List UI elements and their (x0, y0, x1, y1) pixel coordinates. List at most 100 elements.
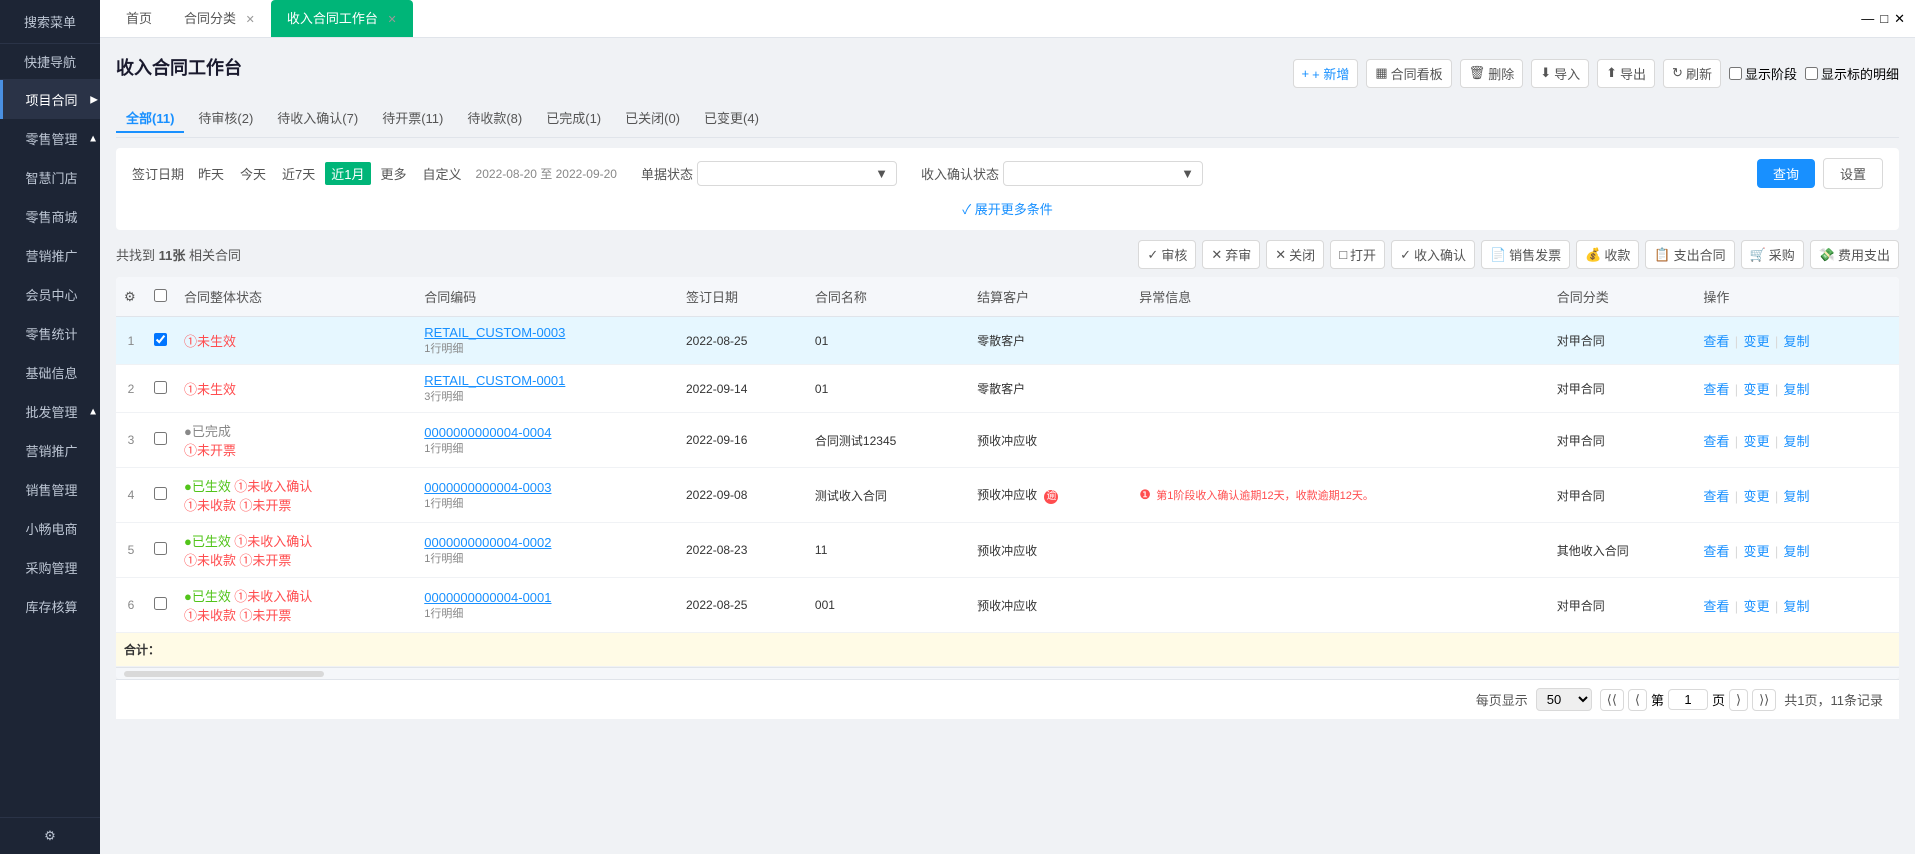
op-edit-btn[interactable]: 变更 (1743, 489, 1769, 504)
filter-tab-pending-confirm[interactable]: 待收入确认(7) (267, 104, 368, 133)
filter-tab-pending-invoice[interactable]: 待开票(11) (372, 104, 453, 133)
contract-code-link[interactable]: RETAIL_CUSTOM-0003 (424, 325, 565, 340)
show-fields-checkbox[interactable] (1729, 67, 1742, 80)
tab-contract-category[interactable]: 合同分类 ✕ (168, 0, 271, 37)
tab-close-workbench[interactable]: ✕ (387, 14, 396, 26)
sidebar-item-project-contract[interactable]: 项目合同 ▶ (0, 80, 100, 119)
date-opt-today[interactable]: 今天 (234, 162, 272, 185)
op-view-btn[interactable]: 查看 (1703, 334, 1729, 349)
op-copy-btn[interactable]: 复制 (1784, 434, 1810, 449)
date-opt-more[interactable]: 更多 (375, 162, 413, 185)
row-checkbox[interactable] (146, 317, 176, 365)
sidebar-item-member-center[interactable]: 会员中心 (0, 275, 100, 314)
op-view-btn[interactable]: 查看 (1703, 489, 1729, 504)
action-close-btn[interactable]: ✕ 关闭 (1266, 240, 1324, 269)
page-last-btn[interactable]: ⟩⟩ (1752, 689, 1776, 711)
sidebar-item-marketing[interactable]: 营销推广 (0, 236, 100, 275)
action-purchase-btn[interactable]: 🛒 采购 (1741, 240, 1804, 269)
op-copy-btn[interactable]: 复制 (1784, 544, 1810, 559)
filter-tab-pending-review[interactable]: 待审核(2) (188, 104, 263, 133)
sidebar-item-inventory[interactable]: 库存核算 (0, 587, 100, 626)
window-close[interactable]: ✕ (1894, 11, 1905, 27)
filter-tab-all[interactable]: 全部(11) (116, 104, 184, 133)
page-first-btn[interactable]: ⟨⟨ (1600, 689, 1624, 711)
th-checkbox[interactable] (146, 277, 176, 317)
op-edit-btn[interactable]: 变更 (1743, 382, 1769, 397)
tab-income-workbench[interactable]: 收入合同工作台 ✕ (271, 0, 413, 37)
op-copy-btn[interactable]: 复制 (1784, 382, 1810, 397)
contract-code-link[interactable]: 0000000000004-0003 (424, 480, 551, 495)
show-fields-checkbox-label[interactable]: 显示阶段 (1729, 64, 1797, 83)
filter-tab-completed[interactable]: 已完成(1) (536, 104, 611, 133)
sidebar-item-retail-mgmt[interactable]: 零售管理 ▲ (0, 119, 100, 158)
toolbar-new-btn[interactable]: + + 新增 (1293, 59, 1359, 88)
show-detail-checkbox-label[interactable]: 显示标的明细 (1805, 64, 1899, 83)
action-expense-contract-btn[interactable]: 📋 支出合同 (1645, 240, 1734, 269)
doc-status-select[interactable]: ▼ (697, 161, 897, 186)
op-view-btn[interactable]: 查看 (1703, 544, 1729, 559)
sidebar-item-ecommerce[interactable]: 小畅电商 (0, 509, 100, 548)
date-opt-yesterday[interactable]: 昨天 (192, 162, 230, 185)
op-view-btn[interactable]: 查看 (1703, 382, 1729, 397)
row-checkbox[interactable] (146, 365, 176, 413)
sidebar-item-purchase[interactable]: 采购管理 (0, 548, 100, 587)
op-edit-btn[interactable]: 变更 (1743, 544, 1769, 559)
action-open-btn[interactable]: □ 打开 (1330, 240, 1385, 269)
op-copy-btn[interactable]: 复制 (1784, 489, 1810, 504)
contract-code-link[interactable]: 0000000000004-0001 (424, 590, 551, 605)
sidebar-item-retail-stats[interactable]: 零售统计 (0, 314, 100, 353)
op-copy-btn[interactable]: 复制 (1784, 599, 1810, 614)
toolbar-export-btn[interactable]: ⬆ 导出 (1597, 59, 1655, 88)
row-checkbox[interactable] (146, 413, 176, 468)
action-income-confirm-btn[interactable]: ✓ 收入确认 (1391, 240, 1475, 269)
sidebar-settings[interactable]: ⚙ (0, 817, 100, 854)
recv-confirm-select[interactable]: ▼ (1003, 161, 1203, 186)
contract-code-link[interactable]: 0000000000004-0004 (424, 425, 551, 440)
action-review-btn[interactable]: ✓ 审核 (1138, 240, 1196, 269)
page-number-input[interactable] (1668, 689, 1708, 710)
sidebar-quicknav[interactable]: 快捷导航 (0, 44, 100, 80)
row-checkbox[interactable] (146, 468, 176, 523)
tab-close-category[interactable]: ✕ (246, 14, 255, 26)
toolbar-refresh-btn[interactable]: ↻ 刷新 (1663, 59, 1721, 88)
sidebar-search[interactable]: 搜索菜单 (0, 0, 100, 44)
toolbar-import-btn[interactable]: ⬇ 导入 (1531, 59, 1589, 88)
query-btn[interactable]: 查询 (1757, 159, 1815, 188)
filter-tab-pending-payment[interactable]: 待收款(8) (457, 104, 532, 133)
row-checkbox[interactable] (146, 523, 176, 578)
date-opt-1month[interactable]: 近1月 (325, 162, 370, 185)
op-view-btn[interactable]: 查看 (1703, 434, 1729, 449)
date-opt-7days[interactable]: 近7天 (276, 162, 321, 185)
op-edit-btn[interactable]: 变更 (1743, 599, 1769, 614)
contract-code-link[interactable]: RETAIL_CUSTOM-0001 (424, 373, 565, 388)
date-opt-custom[interactable]: 自定义 (417, 162, 468, 185)
sidebar-item-basic-info[interactable]: 基础信息 (0, 353, 100, 392)
op-edit-btn[interactable]: 变更 (1743, 434, 1769, 449)
toolbar-kanban-btn[interactable]: ▦ 合同看板 (1366, 59, 1451, 88)
page-prev-btn[interactable]: ⟨ (1628, 689, 1647, 711)
contract-code-link[interactable]: 0000000000004-0002 (424, 535, 551, 550)
action-collect-btn[interactable]: 💰 收款 (1576, 240, 1639, 269)
expand-conditions-btn[interactable]: ✓ 展开更多条件 (954, 197, 1061, 220)
horizontal-scrollbar[interactable] (124, 671, 324, 677)
filter-tab-changed[interactable]: 已变更(4) (694, 104, 769, 133)
window-maximize[interactable]: □ (1880, 11, 1888, 26)
page-next-btn[interactable]: ⟩ (1729, 689, 1748, 711)
th-settings[interactable]: ⚙ (116, 277, 146, 317)
show-detail-checkbox[interactable] (1805, 67, 1818, 80)
op-copy-btn[interactable]: 复制 (1784, 334, 1810, 349)
action-abandon-btn[interactable]: ✕ 弃审 (1202, 240, 1260, 269)
tab-home[interactable]: 首页 (110, 0, 168, 37)
sidebar-item-wholesale[interactable]: 批发管理 ▲ (0, 392, 100, 431)
action-sales-invoice-btn[interactable]: 📄 销售发票 (1481, 240, 1570, 269)
sidebar-item-sales-mgmt[interactable]: 销售管理 (0, 470, 100, 509)
action-expense-btn[interactable]: 💸 费用支出 (1810, 240, 1899, 269)
page-size-select[interactable]: 50 100 200 (1536, 688, 1592, 711)
row-checkbox[interactable] (146, 578, 176, 633)
filter-tab-closed[interactable]: 已关闭(0) (615, 104, 690, 133)
op-view-btn[interactable]: 查看 (1703, 599, 1729, 614)
setting-btn[interactable]: 设置 (1823, 158, 1883, 189)
sidebar-item-retail-mall[interactable]: 零售商城 (0, 197, 100, 236)
sidebar-item-smart-store[interactable]: 智慧门店 (0, 158, 100, 197)
select-all-checkbox[interactable] (154, 289, 167, 302)
